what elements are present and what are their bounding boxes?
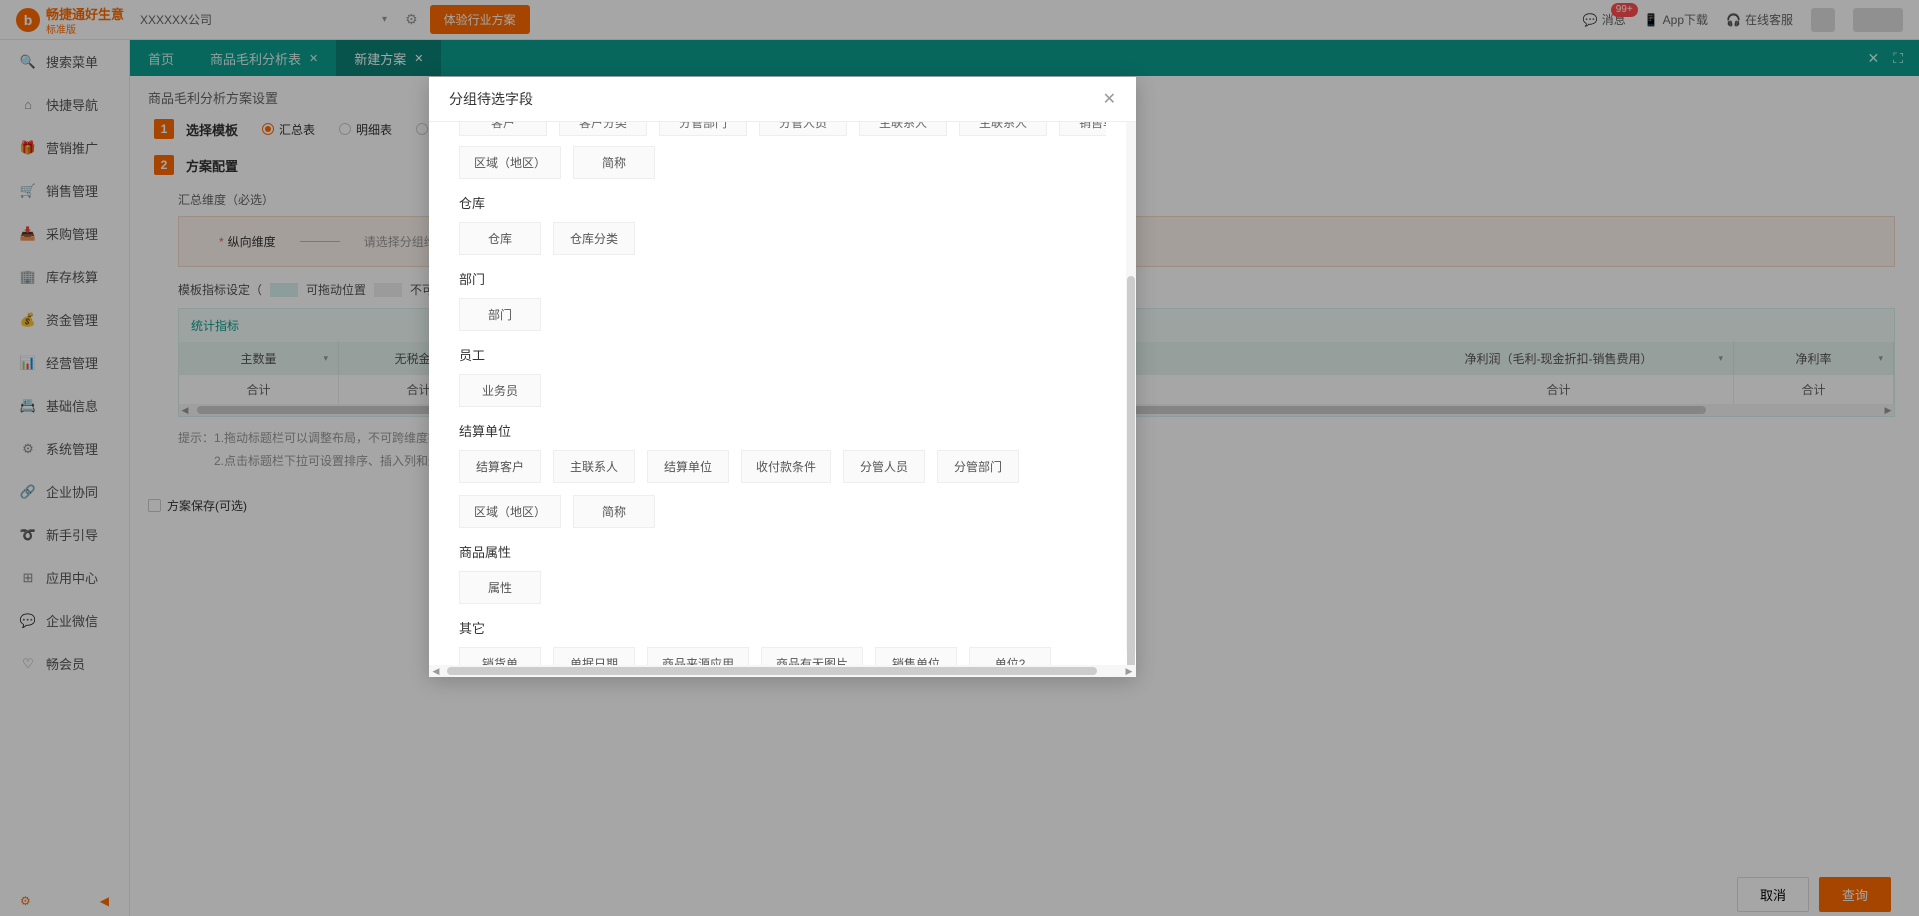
field-pill[interactable]: 业务员 xyxy=(459,374,541,407)
field-pill[interactable]: 仓库分类 xyxy=(553,222,635,255)
modal-title: 分组待选字段 xyxy=(449,89,533,109)
field-pill[interactable]: 结算客户 xyxy=(459,450,541,483)
field-pill[interactable]: 分管人员 xyxy=(843,450,925,483)
modal-close-icon[interactable]: ✕ xyxy=(1103,89,1116,109)
pill-row: 属性 xyxy=(459,571,1106,604)
field-pill[interactable]: 简称 xyxy=(573,146,655,179)
pill-row: 业务员 xyxy=(459,374,1106,407)
modal-vscroll[interactable] xyxy=(1126,122,1136,653)
pill-row: 结算客户主联系人结算单位收付款条件分管人员分管部门区域（地区） 简称 xyxy=(459,450,1106,528)
modal-scroll-right-icon[interactable]: ▶ xyxy=(1122,666,1136,677)
field-pill[interactable]: 商品来源应用 xyxy=(647,647,749,665)
field-pill[interactable]: 属性 xyxy=(459,571,541,604)
field-pill[interactable]: 单位2 xyxy=(969,647,1051,665)
modal-body: 客户客户分类分管部门分管人员主联系人主联系人销售单位区域（地区）简称仓库仓库仓库… xyxy=(429,122,1136,665)
field-pill[interactable]: 主联系人 xyxy=(959,122,1047,136)
modal-hscroll-thumb[interactable] xyxy=(447,667,1097,675)
field-pill[interactable]: 客户分类 xyxy=(559,122,647,136)
field-pill[interactable]: 分管部门 xyxy=(937,450,1019,483)
pill-row: 仓库仓库分类 xyxy=(459,222,1106,255)
field-pill[interactable]: 仓库 xyxy=(459,222,541,255)
field-pill[interactable]: 收付款条件 xyxy=(741,450,831,483)
field-pill[interactable]: 分管部门 xyxy=(659,122,747,136)
field-pill[interactable]: 主联系人 xyxy=(859,122,947,136)
field-group-title: 仓库 xyxy=(459,193,1106,212)
peek-row: 客户客户分类分管部门分管人员主联系人主联系人销售单位 xyxy=(459,122,1106,136)
field-pill[interactable]: 结算单位 xyxy=(647,450,729,483)
field-pill[interactable]: 主联系人 xyxy=(553,450,635,483)
field-pill[interactable]: 销售单位 xyxy=(875,647,957,665)
field-pill[interactable]: 商品有无图片 xyxy=(761,647,863,665)
field-pill[interactable]: 简称 xyxy=(573,495,655,528)
field-pill[interactable]: 区域（地区） xyxy=(459,495,561,528)
field-pill[interactable]: 销售单位 xyxy=(1059,122,1106,136)
field-group-title: 员工 xyxy=(459,345,1106,364)
field-pill[interactable]: 区域（地区） xyxy=(459,146,561,179)
field-pill[interactable]: 部门 xyxy=(459,298,541,331)
field-group-title: 部门 xyxy=(459,269,1106,288)
pill-row: 部门 xyxy=(459,298,1106,331)
field-pill[interactable]: 单据日期 xyxy=(553,647,635,665)
modal-hscroll[interactable]: ◀ ▶ xyxy=(429,665,1136,677)
pill-row: 区域（地区） 简称 xyxy=(459,146,1106,179)
modal-vscroll-thumb[interactable] xyxy=(1127,276,1135,665)
group-field-modal: 分组待选字段 ✕ 客户客户分类分管部门分管人员主联系人主联系人销售单位区域（地区… xyxy=(429,77,1136,677)
field-pill[interactable]: 客户 xyxy=(459,122,547,136)
field-pill[interactable]: 分管人员 xyxy=(759,122,847,136)
modal-scroll-left-icon[interactable]: ◀ xyxy=(429,666,443,677)
pill-row: 销货单单据日期商品来源应用商品有无图片销售单位单位2主计量制单人审核人出库人预计… xyxy=(459,647,1106,665)
field-group-title: 商品属性 xyxy=(459,542,1106,561)
field-pill[interactable]: 销货单 xyxy=(459,647,541,665)
modal-header: 分组待选字段 ✕ xyxy=(429,77,1136,122)
field-group-title: 其它 xyxy=(459,618,1106,637)
field-group-title: 结算单位 xyxy=(459,421,1106,440)
